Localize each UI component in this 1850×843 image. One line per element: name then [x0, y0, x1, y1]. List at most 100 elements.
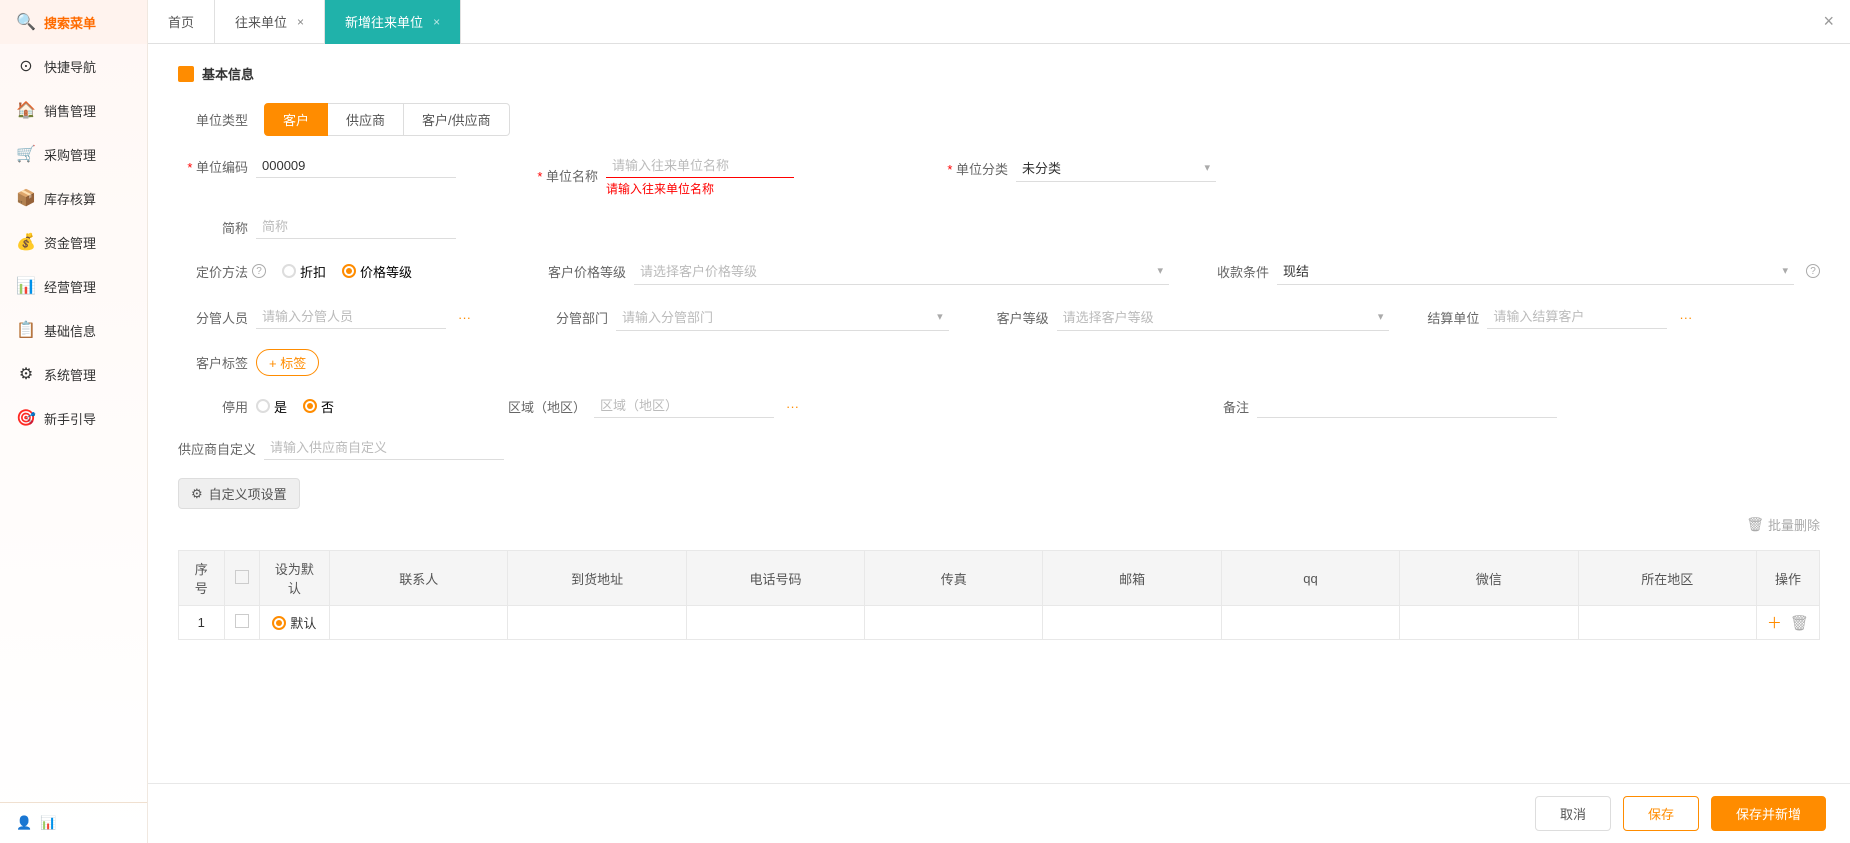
- pricing-method-label: 定价方法: [178, 262, 248, 281]
- sidebar-item-operations[interactable]: 📊 经营管理: [0, 264, 147, 308]
- custom-settings-label: 自定义项设置: [209, 484, 287, 503]
- sidebar-item-guide[interactable]: 🎯 新手引导: [0, 396, 147, 440]
- customer-level-label: 客户等级: [979, 308, 1049, 327]
- row-address[interactable]: [508, 606, 686, 640]
- unit-type-supplier-btn[interactable]: 供应商: [328, 103, 404, 136]
- tab-contacts-close[interactable]: ×: [297, 15, 304, 29]
- region-input[interactable]: [594, 394, 774, 418]
- row-phone[interactable]: [686, 606, 864, 640]
- supplier-custom-input[interactable]: [264, 436, 504, 460]
- department-select[interactable]: 请输入分管部门 ▾: [616, 303, 949, 331]
- email-input[interactable]: [1053, 615, 1210, 630]
- form-footer: 取消 保存 保存并新增: [148, 783, 1850, 843]
- unit-type-group: 客户 供应商 客户/供应商: [264, 103, 510, 136]
- sidebar-item-system[interactable]: ⚙ 系统管理: [0, 352, 147, 396]
- qq-input[interactable]: [1232, 615, 1389, 630]
- manager-field: 分管人员 ···: [178, 305, 508, 329]
- tab-home[interactable]: 首页: [148, 0, 215, 44]
- customer-tags-label: 客户标签: [178, 353, 248, 372]
- row-seq: 1: [179, 606, 225, 640]
- disabled-no-radio: [303, 399, 317, 413]
- customer-price-level-select[interactable]: 请选择客户价格等级 ▾: [634, 257, 1169, 285]
- section-title-text: 基本信息: [202, 64, 254, 83]
- manager-input[interactable]: [256, 305, 446, 329]
- add-row-icon[interactable]: ＋: [1767, 612, 1782, 633]
- abbreviation-input[interactable]: [256, 215, 456, 239]
- unit-type-customer-btn[interactable]: 客户: [264, 103, 328, 136]
- disabled-no-option[interactable]: 否: [303, 397, 334, 416]
- customer-level-chevron: ▾: [1378, 310, 1384, 323]
- tab-new-contact-close[interactable]: ×: [433, 15, 440, 29]
- header-checkbox[interactable]: [235, 570, 249, 584]
- sidebar-item-guide-label: 新手引导: [44, 409, 96, 428]
- window-close-button[interactable]: ×: [1807, 11, 1850, 32]
- pricing-radio-group: 折扣 价格等级: [282, 262, 412, 281]
- batch-delete-label[interactable]: 批量删除: [1768, 515, 1820, 534]
- customer-price-level-chevron: ▾: [1157, 264, 1163, 277]
- manager-label: 分管人员: [178, 308, 248, 327]
- region-ellipsis[interactable]: ···: [782, 397, 803, 416]
- row-default-option[interactable]: 默认: [270, 613, 320, 632]
- unit-name-input[interactable]: [606, 154, 794, 178]
- phone-input[interactable]: [697, 615, 854, 630]
- sidebar-bottom: 👤 📊: [0, 802, 147, 843]
- customer-tags-field: 客户标签 + 标签: [178, 349, 1820, 376]
- region-field: 区域（地区） ···: [508, 394, 1149, 418]
- unit-type-both-btn[interactable]: 客户/供应商: [404, 103, 510, 136]
- sidebar-item-basic-info[interactable]: 📋 基础信息: [0, 308, 147, 352]
- row-email[interactable]: [1043, 606, 1221, 640]
- table-region-input[interactable]: [1589, 615, 1746, 630]
- unit-type-row: 单位类型 客户 供应商 客户/供应商: [178, 103, 1820, 136]
- save-button[interactable]: 保存: [1623, 796, 1699, 831]
- row-qq[interactable]: [1221, 606, 1399, 640]
- cancel-button[interactable]: 取消: [1535, 796, 1611, 831]
- customer-price-level-placeholder: 请选择客户价格等级: [640, 261, 1153, 280]
- delete-row-icon[interactable]: 🗑: [1790, 614, 1809, 632]
- unit-code-input[interactable]: [256, 154, 456, 178]
- save-new-button[interactable]: 保存并新增: [1711, 796, 1826, 831]
- manager-ellipsis[interactable]: ···: [454, 308, 475, 327]
- sidebar-item-quick-nav[interactable]: ⊙ 快捷导航: [0, 44, 147, 88]
- tab-new-contact[interactable]: 新增往来单位 ×: [325, 0, 461, 44]
- tab-bar: 首页 往来单位 × 新增往来单位 × ×: [148, 0, 1850, 44]
- customer-level-select[interactable]: 请选择客户等级 ▾: [1057, 303, 1390, 331]
- payment-terms-select[interactable]: 现结 ▾: [1277, 257, 1794, 285]
- settlement-unit-ellipsis[interactable]: ···: [1675, 308, 1696, 327]
- pricing-help-icon[interactable]: ?: [252, 264, 266, 278]
- unit-category-select[interactable]: 未分类 ▾: [1016, 154, 1216, 182]
- sales-icon: 🏠: [16, 100, 36, 120]
- row-contact[interactable]: [330, 606, 508, 640]
- col-phone: 电话号码: [686, 551, 864, 606]
- custom-settings-button[interactable]: ⚙ 自定义项设置: [178, 478, 300, 509]
- sidebar-item-purchase[interactable]: 🛒 采购管理: [0, 132, 147, 176]
- row-fax[interactable]: [865, 606, 1043, 640]
- row-checkbox[interactable]: [235, 614, 249, 628]
- disabled-yes-option[interactable]: 是: [256, 397, 287, 416]
- sidebar-item-basic-info-label: 基础信息: [44, 321, 96, 340]
- sidebar-item-finance-label: 资金管理: [44, 233, 96, 252]
- settlement-unit-input[interactable]: [1487, 305, 1667, 329]
- wechat-input[interactable]: [1410, 615, 1567, 630]
- sidebar-item-sales-label: 销售管理: [44, 101, 96, 120]
- payment-terms-help-icon[interactable]: ?: [1806, 264, 1820, 278]
- fax-input[interactable]: [875, 615, 1032, 630]
- pricing-discount-option[interactable]: 折扣: [282, 262, 326, 281]
- row-actions: ＋ 🗑: [1756, 606, 1819, 640]
- unit-name-label: 单位名称: [528, 166, 598, 185]
- sidebar-item-search[interactable]: 🔍 搜索菜单: [0, 0, 147, 44]
- table-row: 1 默认: [179, 606, 1820, 640]
- tab-contacts[interactable]: 往来单位 ×: [215, 0, 325, 44]
- sidebar-item-finance[interactable]: 💰 资金管理: [0, 220, 147, 264]
- sidebar-item-inventory[interactable]: 📦 库存核算: [0, 176, 147, 220]
- pricing-level-option[interactable]: 价格等级: [342, 262, 412, 281]
- unit-name-field: 单位名称 请输入往来单位名称: [528, 154, 908, 197]
- address-input[interactable]: [518, 615, 675, 630]
- row-region[interactable]: [1578, 606, 1756, 640]
- col-email: 邮箱: [1043, 551, 1221, 606]
- row-wechat[interactable]: [1400, 606, 1578, 640]
- remarks-input[interactable]: [1257, 394, 1557, 418]
- add-tag-button[interactable]: + 标签: [256, 349, 319, 376]
- sidebar-item-sales[interactable]: 🏠 销售管理: [0, 88, 147, 132]
- pricing-level-radio: [342, 264, 356, 278]
- contact-input[interactable]: [340, 615, 497, 630]
